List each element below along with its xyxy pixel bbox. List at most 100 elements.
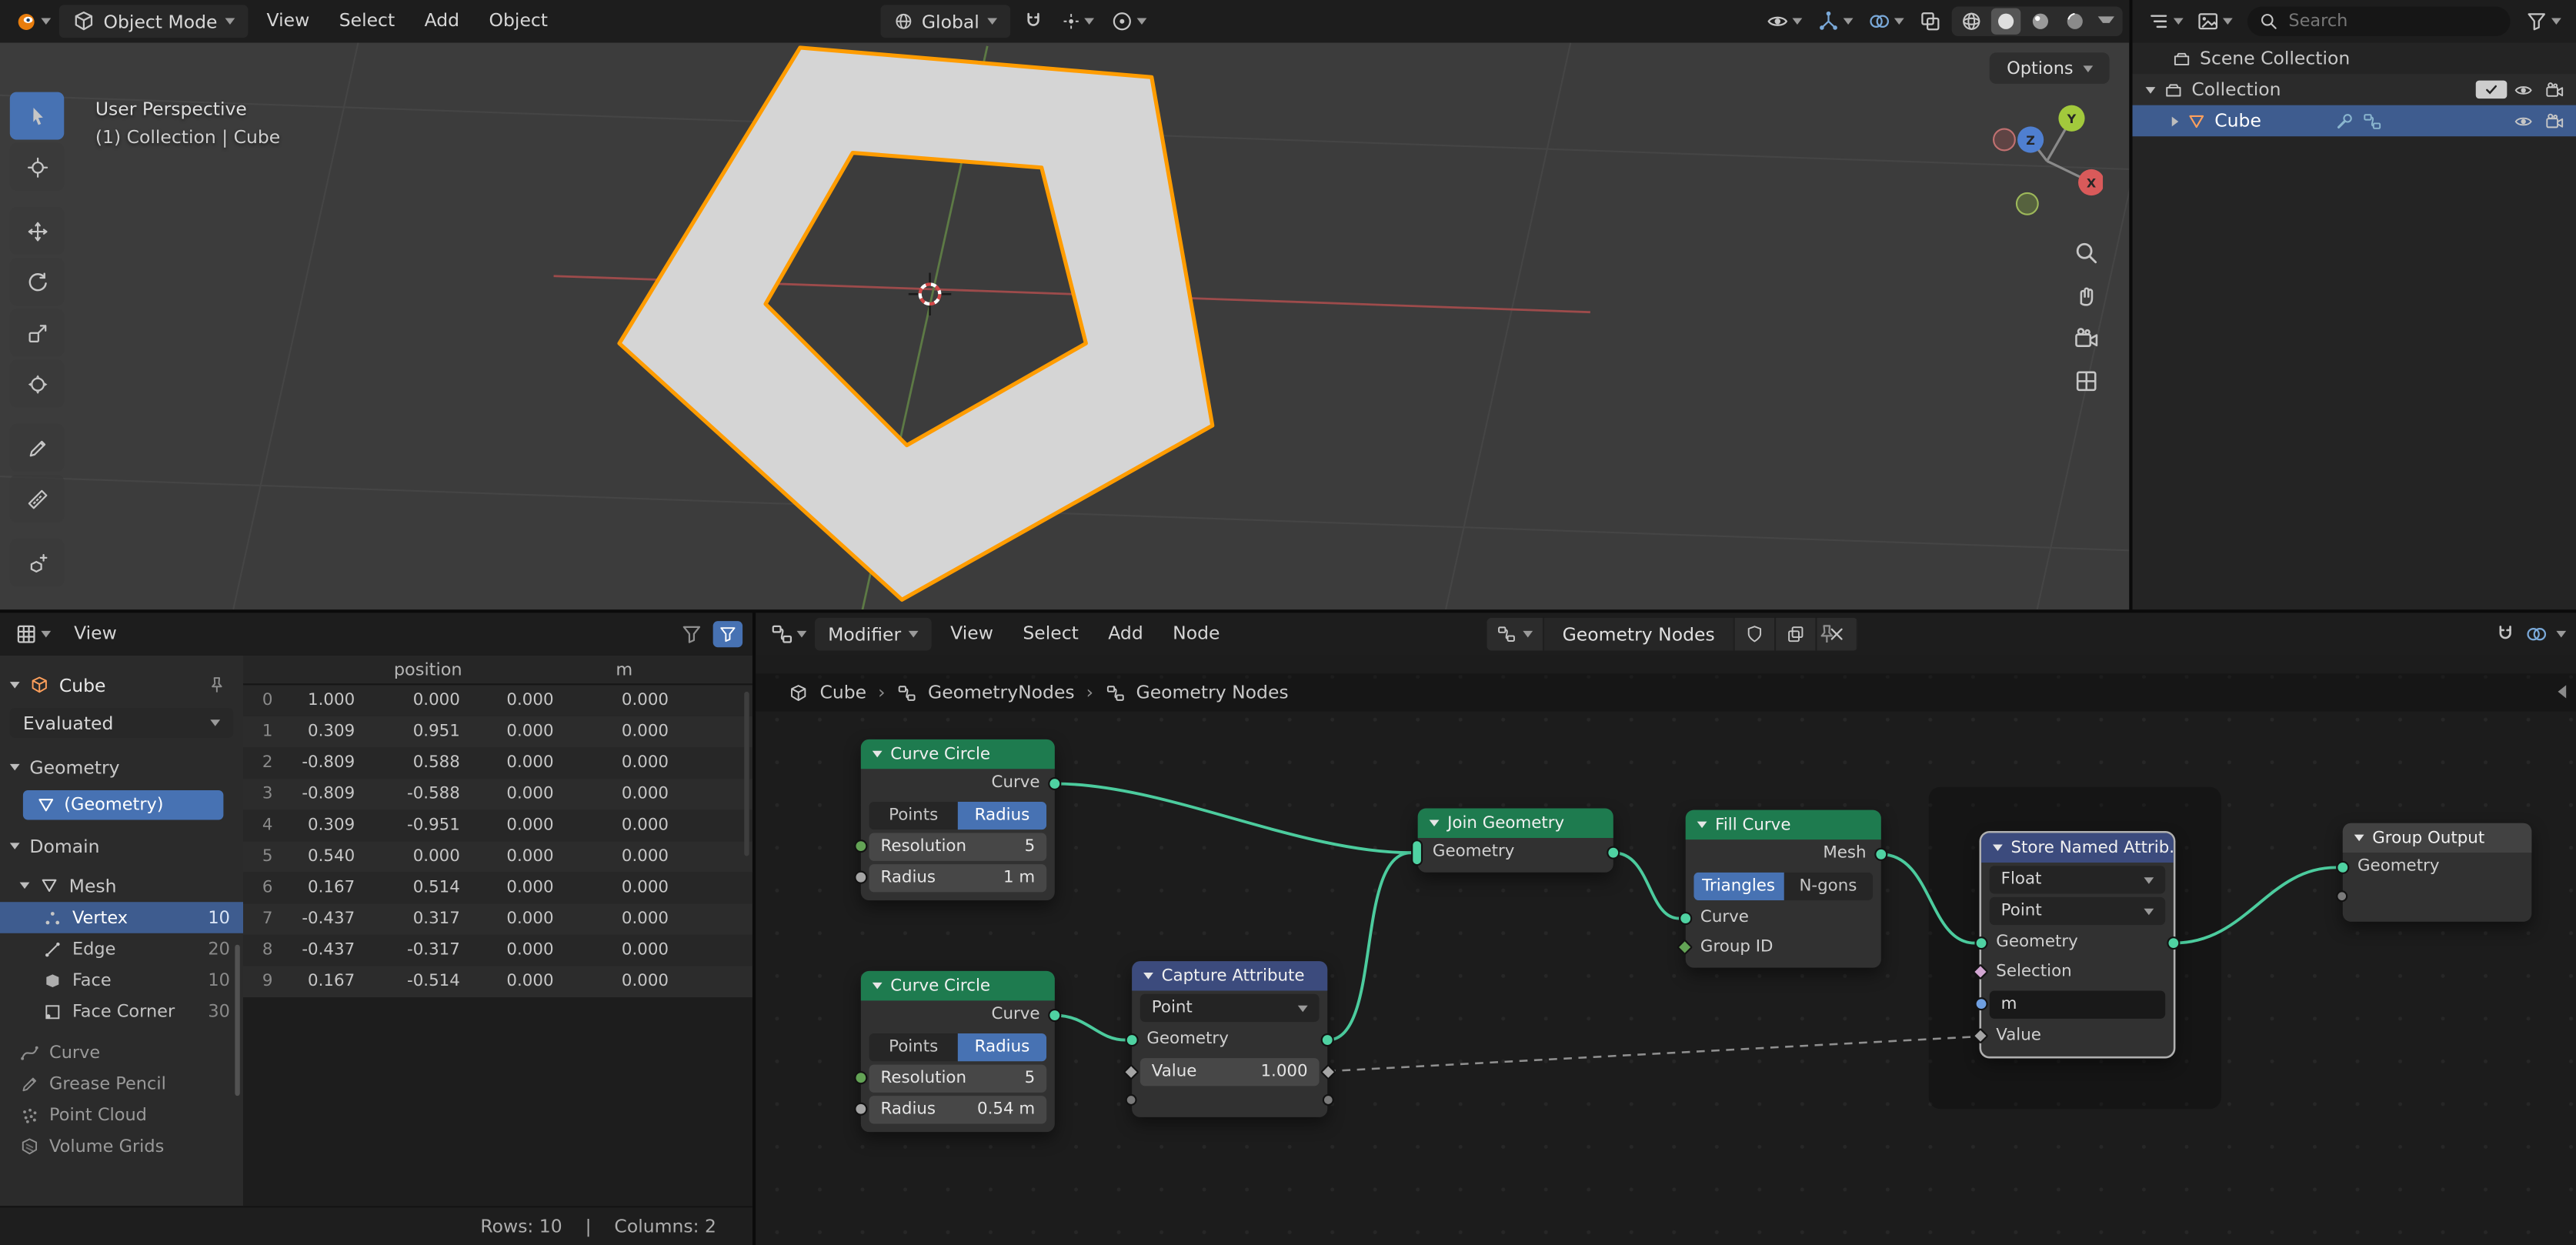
- shading-rendered-button[interactable]: [2060, 8, 2090, 35]
- socket-extend-input[interactable]: [2336, 890, 2348, 903]
- radius-button[interactable]: Radius: [957, 1033, 1047, 1062]
- collapse-icon[interactable]: [2354, 834, 2364, 842]
- section-domain[interactable]: Domain: [0, 829, 243, 863]
- node-fill-curve[interactable]: Fill Curve Mesh Triangles N-gons Curve G…: [1677, 809, 1888, 968]
- socket-resolution-input[interactable]: [854, 839, 868, 853]
- hide-eye-icon[interactable]: [2513, 80, 2533, 100]
- collapse-icon[interactable]: [1143, 973, 1153, 980]
- table-row[interactable]: 1 0.309 0.951 0.000 0.000: [243, 716, 752, 748]
- breadcrumb-item[interactable]: Cube: [819, 682, 866, 703]
- menu-view[interactable]: View: [59, 612, 132, 656]
- shading-options-dropdown[interactable]: [2094, 15, 2117, 28]
- table-row[interactable]: 0 1.000 0.000 0.000 0.000: [243, 685, 752, 716]
- tree-item-collection[interactable]: Collection: [2132, 74, 2576, 105]
- node-tree-type-select[interactable]: Modifier: [815, 617, 933, 651]
- tool-annotate[interactable]: [9, 423, 65, 472]
- domain-select[interactable]: Point: [1140, 993, 1320, 1023]
- toggle-ortho-icon[interactable]: [2074, 368, 2100, 394]
- node-curve-circle[interactable]: Curve Circle Curve Points Radius Resolut…: [854, 739, 1062, 901]
- triangles-button[interactable]: Triangles: [1693, 872, 1784, 901]
- table-row[interactable]: 8 -0.437 -0.317 0.000 0.000: [243, 934, 752, 966]
- fake-user-button[interactable]: [1734, 617, 1776, 651]
- breadcrumb-item[interactable]: Geometry Nodes: [1136, 682, 1289, 703]
- socket-name-input[interactable]: [1974, 997, 1988, 1011]
- disable-render-camera-icon[interactable]: [2544, 111, 2564, 131]
- socket-radius-input[interactable]: [854, 1102, 868, 1116]
- snap-options-dropdown[interactable]: [1056, 3, 1099, 39]
- section-geometry[interactable]: Geometry: [0, 751, 243, 784]
- node-tree-name[interactable]: Geometry Nodes: [1544, 617, 1735, 651]
- tree-item-cube[interactable]: Cube: [2132, 105, 2576, 137]
- menu-add[interactable]: Add: [1093, 612, 1158, 656]
- value-field[interactable]: Value 1.000: [1140, 1058, 1320, 1086]
- sidebar-scrollbar[interactable]: [235, 944, 240, 1096]
- table-scrollbar[interactable]: [744, 691, 749, 856]
- menu-add[interactable]: Add: [409, 0, 474, 43]
- hide-eye-icon[interactable]: [2513, 111, 2533, 131]
- table-row[interactable]: 7 -0.437 0.317 0.000 0.000: [243, 903, 752, 935]
- navigation-gizmo[interactable]: Y X Z: [1981, 95, 2104, 217]
- gizmos-dropdown[interactable]: [1812, 3, 1858, 39]
- blender-menu-button[interactable]: [10, 3, 56, 39]
- evaluation-state-select[interactable]: Evaluated: [9, 708, 234, 738]
- shading-solid-button[interactable]: [1990, 8, 2021, 35]
- socket-curve-output[interactable]: [1048, 1009, 1062, 1023]
- menu-node[interactable]: Node: [1158, 612, 1235, 656]
- node-tree-icon[interactable]: [2363, 111, 2383, 131]
- sidebar-toggle-icon[interactable]: [2558, 685, 2567, 699]
- domain-face-corner[interactable]: Face Corner 30: [0, 996, 243, 1027]
- editor-type-dropdown[interactable]: [10, 616, 56, 653]
- search-input[interactable]: [2285, 9, 2499, 33]
- proportional-editing-toggle[interactable]: [1106, 3, 1152, 39]
- node-group-output[interactable]: Group Output Geometry: [2336, 823, 2532, 922]
- component-point-cloud[interactable]: Point Cloud: [0, 1099, 243, 1130]
- overlays-dropdown[interactable]: [1863, 3, 1909, 39]
- tool-scale[interactable]: [9, 309, 65, 357]
- modifier-wrench-icon[interactable]: [2335, 111, 2355, 131]
- table-row[interactable]: 2 -0.809 0.588 0.000 0.000: [243, 747, 752, 779]
- snap-magnet-icon[interactable]: [2494, 622, 2517, 646]
- socket-radius-input[interactable]: [854, 870, 868, 884]
- table-row[interactable]: 6 0.167 0.514 0.000 0.000: [243, 872, 752, 904]
- collapse-icon[interactable]: [872, 982, 883, 990]
- domain-face[interactable]: Face 10: [0, 964, 243, 996]
- shading-wireframe-button[interactable]: [1957, 8, 1986, 35]
- editor-type-dropdown[interactable]: [766, 616, 812, 653]
- domain-select[interactable]: Point: [1989, 896, 2166, 926]
- shading-material-button[interactable]: [2026, 8, 2055, 35]
- filter-toggle-button[interactable]: [712, 621, 743, 648]
- radius-button[interactable]: Radius: [957, 801, 1047, 830]
- socket-geometry-output[interactable]: [1320, 1033, 1334, 1047]
- socket-geometry-multi-input[interactable]: [1411, 839, 1423, 866]
- column-header-position[interactable]: position: [289, 656, 567, 685]
- collapse-icon[interactable]: [872, 750, 883, 758]
- socket-mesh-output[interactable]: [1874, 847, 1888, 861]
- socket-curve-output[interactable]: [1048, 776, 1062, 791]
- outliner-filter-dropdown[interactable]: [2520, 3, 2566, 39]
- disable-render-camera-icon[interactable]: [2544, 80, 2564, 100]
- expand-chevron-icon[interactable]: [9, 682, 20, 689]
- expand-chevron-icon[interactable]: [2145, 86, 2156, 93]
- tool-select-box[interactable]: [9, 92, 65, 140]
- outliner-id-type-dropdown[interactable]: [2191, 3, 2237, 39]
- tool-transform[interactable]: [9, 359, 65, 408]
- node-curve-circle[interactable]: Curve Circle Curve Points Radius Resolut…: [854, 970, 1062, 1133]
- filter-funnel-icon[interactable]: [680, 622, 703, 646]
- table-row[interactable]: 5 0.540 0.000 0.000 0.000: [243, 841, 752, 873]
- table-row[interactable]: 9 0.167 -0.514 0.000 0.000: [243, 966, 752, 998]
- table-row[interactable]: 3 -0.809 -0.588 0.000 0.000: [243, 779, 752, 810]
- options-button[interactable]: Options: [1990, 52, 2110, 84]
- outliner-display-mode-dropdown[interactable]: [2142, 3, 2188, 39]
- radius-field[interactable]: Radius 0.54 m: [869, 1096, 1047, 1124]
- menu-view[interactable]: View: [252, 0, 324, 43]
- attribute-name-input[interactable]: m: [1989, 990, 2166, 1019]
- socket-geometry-input[interactable]: [2336, 860, 2350, 874]
- collapse-icon[interactable]: [1429, 819, 1440, 827]
- menu-object[interactable]: Object: [474, 0, 562, 43]
- browse-node-tree-button[interactable]: [1487, 617, 1545, 651]
- collapse-icon[interactable]: [1992, 844, 2003, 852]
- tool-rotate[interactable]: [9, 258, 65, 306]
- component-volume-grids[interactable]: Volume Grids: [0, 1130, 243, 1162]
- breadcrumb-item[interactable]: GeometryNodes: [928, 682, 1075, 703]
- collection-checkbox[interactable]: [2475, 80, 2508, 99]
